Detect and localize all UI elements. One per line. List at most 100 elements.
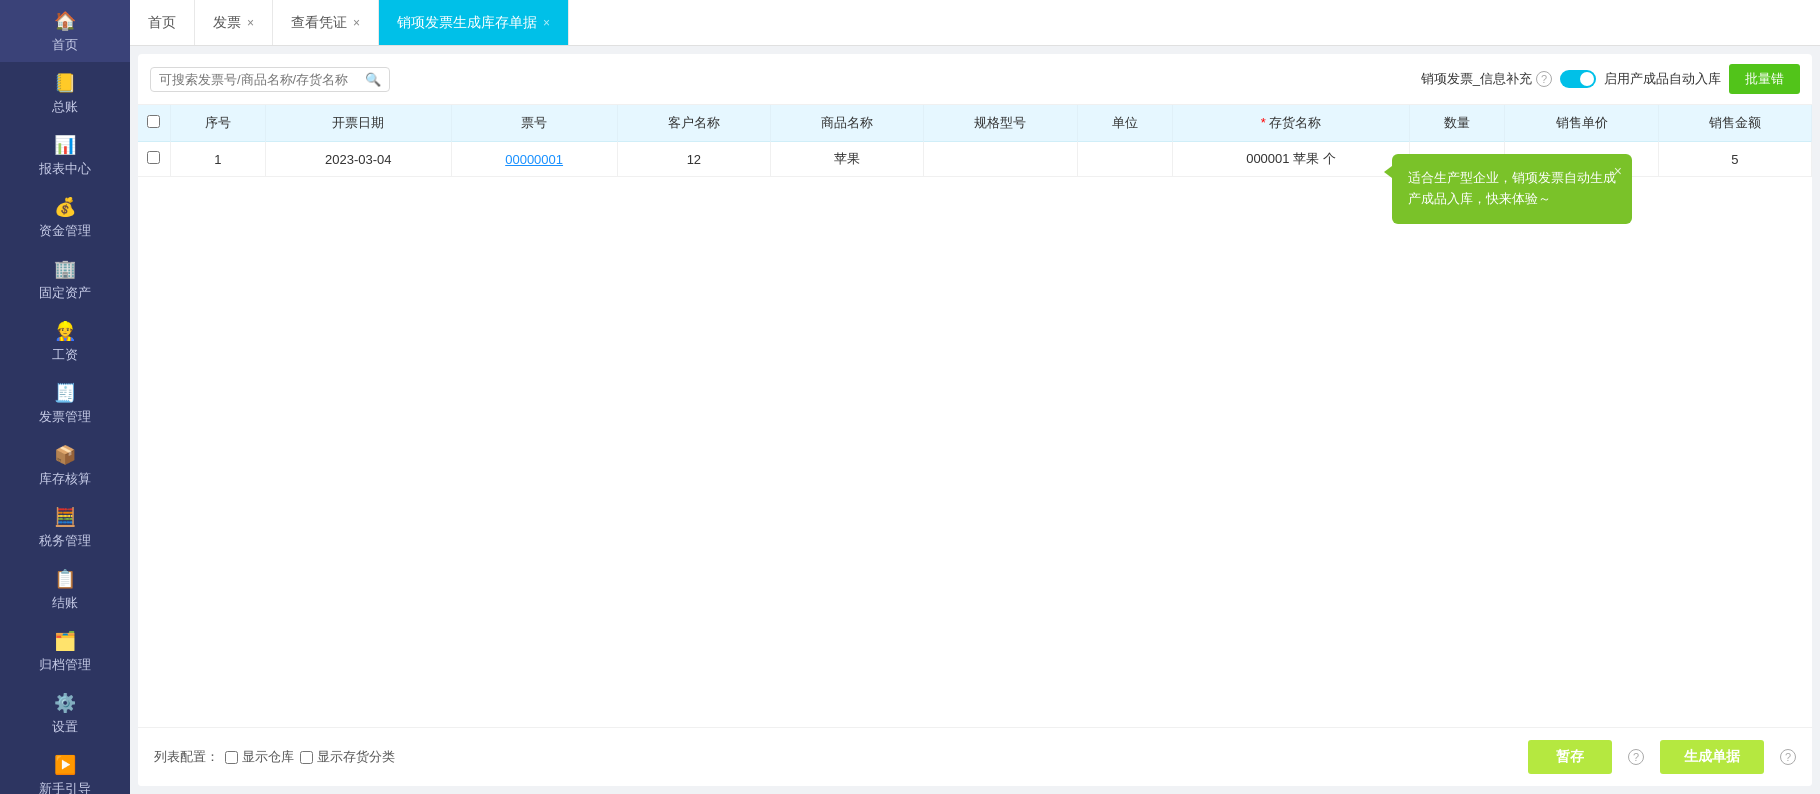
inventory-icon: 📦 <box>54 444 76 466</box>
show-warehouse-text: 显示仓库 <box>242 748 294 766</box>
save-help-icon[interactable]: ? <box>1628 749 1644 765</box>
sidebar: 🏠 首页 📒 总账 📊 报表中心 💰 资金管理 🏢 固定资产 👷 工资 🧾 发票… <box>0 0 130 794</box>
search-input[interactable] <box>159 72 361 87</box>
tab-voucher[interactable]: 查看凭证 × <box>273 0 379 45</box>
search-box[interactable]: 🔍 <box>150 67 390 92</box>
show-category-checkbox[interactable] <box>300 751 313 764</box>
show-warehouse-label[interactable]: 显示仓库 <box>225 748 294 766</box>
row-number: 00000001 <box>451 142 617 177</box>
info-label: 销项发票_信息补充 ? <box>1421 70 1552 88</box>
tab-credit-invoice-stock[interactable]: 销项发票生成库存单据 × <box>379 0 569 45</box>
sidebar-item-label: 结账 <box>52 594 78 612</box>
generate-button[interactable]: 生成单据 <box>1660 740 1764 774</box>
sidebar-item-label: 发票管理 <box>39 408 91 426</box>
tooltip-close-button[interactable]: × <box>1614 160 1622 182</box>
sidebar-item-home[interactable]: 🏠 首页 <box>0 0 130 62</box>
save-button[interactable]: 暂存 <box>1528 740 1612 774</box>
th-inventory: * 存货名称 <box>1173 105 1410 142</box>
th-seq: 序号 <box>170 105 266 142</box>
tax-icon: 🧮 <box>54 506 76 528</box>
th-customer: 客户名称 <box>617 105 770 142</box>
select-all-checkbox[interactable] <box>147 115 160 128</box>
row-checkbox-cell <box>138 142 170 177</box>
reports-icon: 📊 <box>54 134 76 156</box>
row-date: 2023-03-04 <box>266 142 451 177</box>
list-config: 列表配置： 显示仓库 显示存货分类 <box>154 748 395 766</box>
sidebar-item-label: 库存核算 <box>39 470 91 488</box>
sidebar-item-label: 总账 <box>52 98 78 116</box>
sidebar-item-invoice-mgmt[interactable]: 🧾 发票管理 <box>0 372 130 434</box>
row-seq: 1 <box>170 142 266 177</box>
th-unit-price: 销售单价 <box>1505 105 1658 142</box>
tooltip-box: × 适合生产型企业，销项发票自动生成产成品入库，快来体验～ <box>1392 154 1632 224</box>
toggle-label: 启用产成品自动入库 <box>1604 70 1721 88</box>
auto-stock-toggle[interactable] <box>1560 70 1596 88</box>
settings-icon: ⚙️ <box>54 692 76 714</box>
sidebar-item-label: 报表中心 <box>39 160 91 178</box>
config-label: 列表配置： <box>154 748 219 766</box>
th-qty: 数量 <box>1409 105 1505 142</box>
invoice-number-link[interactable]: 00000001 <box>505 152 563 167</box>
info-label-text: 销项发票_信息补充 <box>1421 70 1532 88</box>
tab-home[interactable]: 首页 <box>130 0 195 45</box>
content-area: 🔍 销项发票_信息补充 ? 启用产成品自动入库 批量错 序号 <box>138 54 1812 786</box>
tab-bar: 首页 发票 × 查看凭证 × 销项发票生成库存单据 × <box>130 0 1820 46</box>
hr-icon: 👷 <box>54 320 76 342</box>
home-icon: 🏠 <box>54 10 76 32</box>
bottom-bar: 列表配置： 显示仓库 显示存货分类 暂存 ? 生成单据 ? <box>138 727 1812 786</box>
sidebar-item-label: 税务管理 <box>39 532 91 550</box>
sidebar-item-guide[interactable]: ▶️ 新手引导 <box>0 744 130 794</box>
th-number: 票号 <box>451 105 617 142</box>
tab-voucher-label: 查看凭证 <box>291 14 347 32</box>
archive-icon: 🗂️ <box>54 630 76 652</box>
guide-icon: ▶️ <box>54 754 76 776</box>
search-icon: 🔍 <box>365 72 381 87</box>
row-customer: 12 <box>617 142 770 177</box>
info-help-icon[interactable]: ? <box>1536 71 1552 87</box>
show-category-label[interactable]: 显示存货分类 <box>300 748 395 766</box>
sidebar-item-inventory[interactable]: 📦 库存核算 <box>0 434 130 496</box>
assets-icon: 🏢 <box>54 258 76 280</box>
sidebar-item-reports[interactable]: 📊 报表中心 <box>0 124 130 186</box>
sidebar-item-tax[interactable]: 🧮 税务管理 <box>0 496 130 558</box>
row-inventory: 000001 苹果 个 <box>1173 142 1410 177</box>
th-checkbox <box>138 105 170 142</box>
sidebar-item-assets[interactable]: 🏢 固定资产 <box>0 248 130 310</box>
sidebar-item-label: 工资 <box>52 346 78 364</box>
show-warehouse-checkbox[interactable] <box>225 751 238 764</box>
tab-invoice-label: 发票 <box>213 14 241 32</box>
row-amount: 5 <box>1658 142 1811 177</box>
th-unit: 单位 <box>1077 105 1173 142</box>
row-spec <box>924 142 1077 177</box>
tab-home-label: 首页 <box>148 14 176 32</box>
sidebar-item-ledger[interactable]: 📒 总账 <box>0 62 130 124</box>
show-category-text: 显示存货分类 <box>317 748 395 766</box>
tab-voucher-close-icon[interactable]: × <box>353 16 360 30</box>
tab-credit-invoice-stock-label: 销项发票生成库存单据 <box>397 14 537 32</box>
main-panel: 首页 发票 × 查看凭证 × 销项发票生成库存单据 × 🔍 销项发票_信息补充 … <box>130 0 1820 794</box>
table-header-row: 序号 开票日期 票号 客户名称 商品名称 规格型号 单位 * 存货名称 数量 销… <box>138 105 1812 142</box>
funds-icon: 💰 <box>54 196 76 218</box>
sidebar-item-hr[interactable]: 👷 工资 <box>0 310 130 372</box>
toolbar: 🔍 销项发票_信息补充 ? 启用产成品自动入库 批量错 <box>138 54 1812 105</box>
tab-invoice[interactable]: 发票 × <box>195 0 273 45</box>
sidebar-item-label: 新手引导 <box>39 780 91 794</box>
row-unit <box>1077 142 1173 177</box>
sidebar-item-settlement[interactable]: 📋 结账 <box>0 558 130 620</box>
tab-credit-invoice-stock-close-icon[interactable]: × <box>543 16 550 30</box>
sidebar-item-label: 首页 <box>52 36 78 54</box>
sidebar-item-label: 固定资产 <box>39 284 91 302</box>
invoice-mgmt-icon: 🧾 <box>54 382 76 404</box>
batch-button[interactable]: 批量错 <box>1729 64 1800 94</box>
sidebar-item-archive[interactable]: 🗂️ 归档管理 <box>0 620 130 682</box>
th-product: 商品名称 <box>771 105 924 142</box>
th-spec: 规格型号 <box>924 105 1077 142</box>
tab-invoice-close-icon[interactable]: × <box>247 16 254 30</box>
ledger-icon: 📒 <box>54 72 76 94</box>
th-amount: 销售金额 <box>1658 105 1811 142</box>
sidebar-item-funds[interactable]: 💰 资金管理 <box>0 186 130 248</box>
generate-help-icon[interactable]: ? <box>1780 749 1796 765</box>
sidebar-item-settings[interactable]: ⚙️ 设置 <box>0 682 130 744</box>
row-checkbox[interactable] <box>147 151 160 164</box>
tooltip-text: 适合生产型企业，销项发票自动生成产成品入库，快来体验～ <box>1408 170 1616 206</box>
